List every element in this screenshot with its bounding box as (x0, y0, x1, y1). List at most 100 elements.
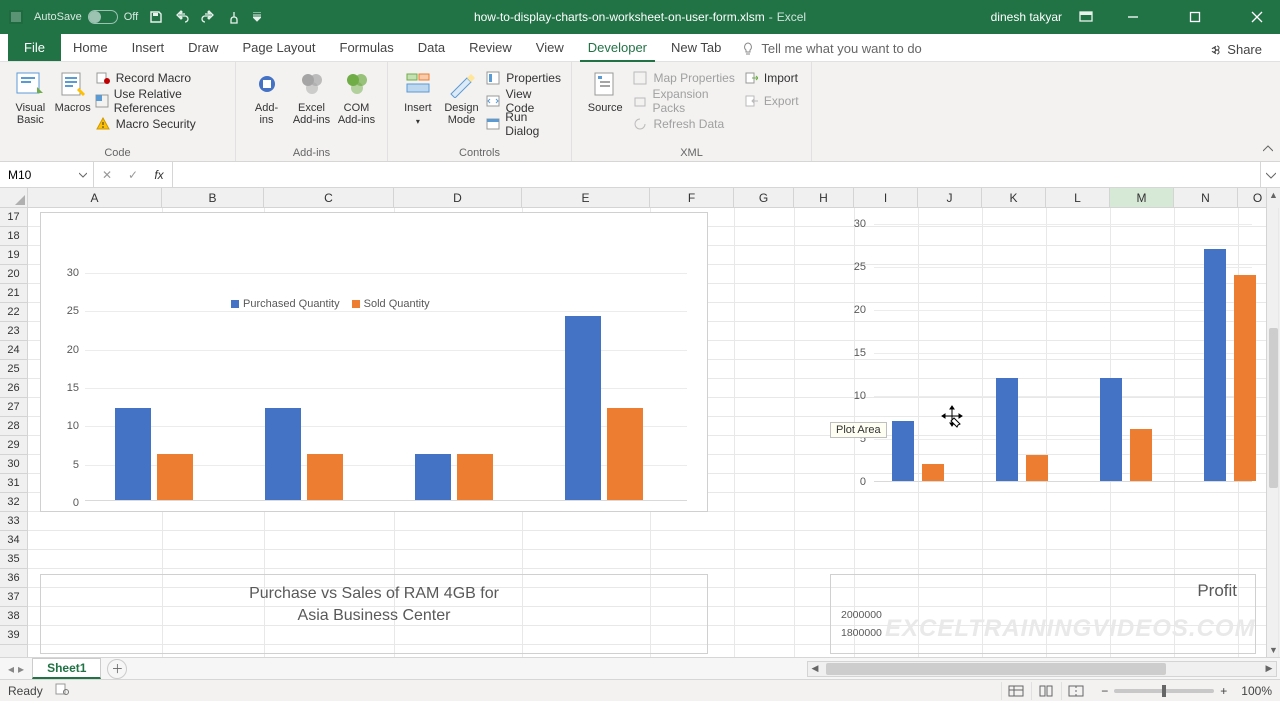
collapse-ribbon-icon[interactable] (1260, 141, 1276, 157)
sheet-nav-prev-icon[interactable]: ◂ (8, 662, 14, 676)
insert-controls-icon (402, 68, 434, 100)
touch-mode-icon[interactable] (226, 9, 242, 25)
name-box[interactable] (0, 162, 94, 187)
tab-page-layout[interactable]: Page Layout (231, 35, 328, 61)
chart1-plot (85, 273, 687, 501)
cancel-formula-icon: ✕ (94, 168, 120, 182)
lightbulb-icon (741, 42, 755, 56)
share-icon (1207, 43, 1221, 57)
fx-icon[interactable]: fx (146, 168, 172, 182)
excel-addins-icon (296, 68, 328, 100)
map-props-icon (632, 70, 648, 86)
group-xml-label: XML (582, 145, 801, 159)
chart-title-asia[interactable]: Purchase vs Sales of RAM 4GB for Asia Bu… (40, 574, 708, 654)
tab-new-tab[interactable]: New Tab (659, 35, 733, 61)
chart1-yaxis: 051015202530 (47, 273, 79, 501)
view-code-icon (485, 93, 500, 109)
warning-icon (95, 116, 111, 132)
row-headers[interactable]: 1718192021222324252627282930313233343536… (0, 208, 28, 657)
relative-refs-icon (95, 93, 109, 109)
macro-recorder-icon[interactable] (55, 682, 69, 699)
tab-formulas[interactable]: Formulas (328, 35, 406, 61)
tab-view[interactable]: View (524, 35, 576, 61)
account-name[interactable]: dinesh takyar (991, 10, 1062, 24)
scroll-up-icon[interactable]: ▲ (1267, 188, 1280, 202)
close-button[interactable] (1234, 0, 1280, 34)
zoom-slider[interactable] (1114, 689, 1214, 693)
macros-button[interactable]: Macros (55, 66, 91, 114)
tab-file[interactable]: File (8, 34, 61, 61)
undo-icon[interactable] (174, 9, 190, 25)
expansion-icon (632, 93, 647, 109)
window-title: how-to-display-charts-on-worksheet-on-us… (474, 10, 806, 24)
zoom-in-button[interactable]: + (1220, 684, 1227, 698)
tab-draw[interactable]: Draw (176, 35, 230, 61)
view-page-layout-icon[interactable] (1031, 682, 1059, 700)
chart-purchase-vs-sales[interactable]: Purchased Quantity Sold Quantity 0510152… (40, 212, 708, 512)
macro-security-button[interactable]: Macro Security (95, 114, 225, 134)
refresh-icon (632, 116, 648, 132)
scroll-right-icon[interactable]: ▶ (1262, 663, 1276, 674)
xml-source-icon (589, 68, 621, 100)
tab-insert[interactable]: Insert (120, 35, 177, 61)
import-button[interactable]: Import (743, 68, 801, 88)
run-dialog-button[interactable]: Run Dialog (485, 114, 561, 134)
qat-customize-icon[interactable] (252, 9, 262, 25)
tell-me-search[interactable]: Tell me what you want to do (733, 36, 929, 61)
chart4-title: Profit (1197, 581, 1237, 601)
com-addins-button[interactable]: COM Add-ins (336, 66, 377, 126)
chart2-plot (874, 224, 1252, 482)
chevron-down-icon[interactable] (79, 171, 87, 179)
refresh-data-button: Refresh Data (632, 114, 738, 134)
xml-source-button[interactable]: Source (582, 66, 628, 114)
chart-right-bars[interactable]: 051015202530 Plot Area (830, 208, 1256, 508)
expand-formula-bar-icon[interactable] (1260, 162, 1280, 187)
view-normal-icon[interactable] (1001, 682, 1029, 700)
save-icon[interactable] (148, 9, 164, 25)
run-dialog-icon (485, 116, 500, 132)
view-page-break-icon[interactable] (1061, 682, 1089, 700)
tab-data[interactable]: Data (406, 35, 457, 61)
ribbon-display-icon[interactable] (1078, 9, 1094, 25)
scroll-left-icon[interactable]: ◀ (808, 663, 822, 674)
maximize-button[interactable] (1172, 0, 1218, 34)
hscroll-thumb[interactable] (826, 663, 1166, 675)
insert-control-button[interactable]: Insert▾ (398, 66, 438, 128)
vba-icon (14, 68, 46, 100)
view-code-button[interactable]: View Code (485, 91, 561, 111)
name-box-input[interactable] (6, 167, 66, 183)
addins-button[interactable]: Add- ins (246, 66, 287, 126)
group-addins-label: Add-ins (246, 145, 377, 159)
formula-input[interactable] (179, 166, 1254, 183)
export-icon (743, 93, 759, 109)
excel-addins-button[interactable]: Excel Add-ins (291, 66, 332, 126)
zoom-out-button[interactable]: − (1101, 684, 1108, 698)
select-all-button[interactable] (0, 188, 28, 208)
use-relative-refs-button[interactable]: Use Relative References (95, 91, 225, 111)
sheet-tab-sheet1[interactable]: Sheet1 (32, 658, 101, 679)
worksheet-cells[interactable]: Purchased Quantity Sold Quantity 0510152… (28, 208, 1266, 657)
autosave-toggle[interactable]: AutoSave Off (34, 10, 138, 24)
properties-button[interactable]: Properties (485, 68, 561, 88)
visual-basic-button[interactable]: Visual Basic (10, 66, 51, 126)
expansion-packs-button: Expansion Packs (632, 91, 738, 111)
share-button[interactable]: Share (1197, 38, 1272, 61)
column-headers[interactable]: ABCDEFGHIJKLMNO (28, 188, 1280, 208)
chart-profit[interactable]: Profit 2000000 1800000 EXCELTRAININGVIDE… (830, 574, 1256, 654)
tab-developer[interactable]: Developer (576, 35, 659, 61)
minimize-button[interactable] (1110, 0, 1156, 34)
record-macro-button[interactable]: Record Macro (95, 68, 225, 88)
redo-icon[interactable] (200, 9, 216, 25)
horizontal-scrollbar[interactable]: ◀ ▶ (807, 661, 1277, 677)
add-sheet-button[interactable]: ＋ (107, 659, 127, 679)
design-mode-icon (445, 68, 477, 100)
tab-home[interactable]: Home (61, 35, 120, 61)
com-addins-icon (341, 68, 373, 100)
group-code-label: Code (10, 145, 225, 159)
sheet-nav-next-icon[interactable]: ▸ (18, 662, 24, 676)
tab-review[interactable]: Review (457, 35, 524, 61)
import-icon (743, 70, 759, 86)
design-mode-button[interactable]: Design Mode (442, 66, 482, 126)
zoom-level[interactable]: 100% (1241, 684, 1272, 698)
scrollbar-thumb[interactable] (1269, 328, 1278, 488)
